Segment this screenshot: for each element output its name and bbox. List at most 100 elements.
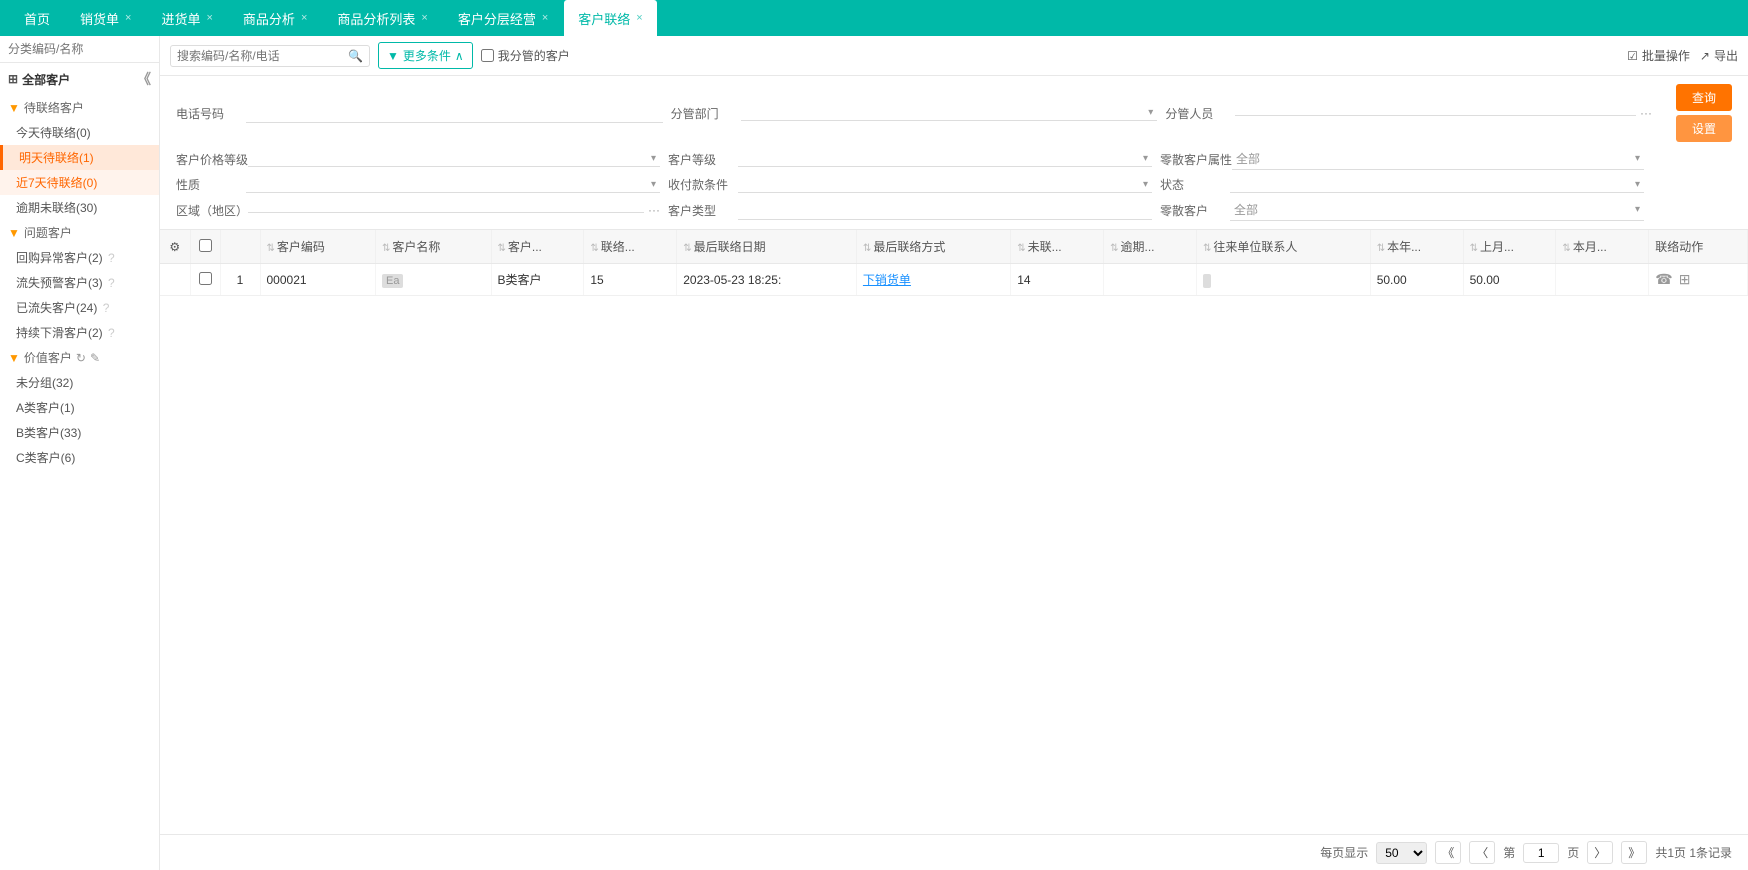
th-unlinked[interactable]: 未联... — [1011, 230, 1104, 264]
nav-customer-segmentation[interactable]: 客户分层经营 × — [444, 0, 562, 36]
filter-retail-customer-select[interactable]: 全部 ▾ — [1230, 199, 1644, 221]
th-last-contact-date[interactable]: 最后联络日期 — [677, 230, 857, 264]
search-input[interactable] — [177, 49, 348, 63]
nav-home[interactable]: 首页 — [10, 0, 64, 36]
filter-department-select[interactable]: ▾ — [741, 105, 1158, 121]
close-product-analysis-list-icon[interactable]: × — [421, 12, 427, 24]
sidebar-item-7days-contact[interactable]: 近7天待联络(0) — [0, 170, 159, 195]
settings-button[interactable]: 设置 — [1676, 115, 1732, 142]
collapse-icon[interactable]: 《 — [137, 69, 151, 89]
th-last-month[interactable]: 上月... — [1463, 230, 1556, 264]
nav-purchase-order[interactable]: 进货单 × — [147, 0, 226, 36]
sidebar-item-declining[interactable]: 持续下滑客户(2) ? — [0, 320, 159, 345]
sidebar-item-churned[interactable]: 已流失客户(24) ? — [0, 295, 159, 320]
sidebar-item-churn-warning[interactable]: 流失预警客户(3) ? — [0, 270, 159, 295]
filter-payment-terms-select[interactable]: ▾ — [738, 177, 1152, 193]
group-pending-contact[interactable]: ▼ 待联络客户 — [0, 95, 159, 120]
nav-product-analysis[interactable]: 商品分析 × — [229, 0, 321, 36]
select-all-checkbox[interactable] — [199, 239, 212, 252]
th-unit-contacts[interactable]: 往来单位联系人 — [1196, 230, 1370, 264]
group-problem-customers[interactable]: ▼ 问题客户 — [0, 220, 159, 245]
toolbar-search-icon[interactable]: 🔍 — [348, 49, 363, 63]
my-customers-filter[interactable]: 我分管的客户 — [481, 47, 570, 64]
close-sales-order-icon[interactable]: × — [125, 12, 131, 24]
filter-nature: 性质 ▾ — [176, 176, 660, 193]
filter-icon: ▼ — [387, 49, 399, 63]
sidebar-item-ungrouped[interactable]: 未分组(32) — [0, 370, 159, 395]
td-actions: ☎ ⊞ — [1649, 264, 1748, 296]
filter-customer-type-input[interactable] — [738, 201, 1152, 220]
sidebar-item-class-c[interactable]: C类客户(6) — [0, 445, 159, 470]
per-page-select[interactable]: 50 100 200 — [1376, 842, 1427, 864]
th-overdue[interactable]: 逾期... — [1104, 230, 1197, 264]
th-customer-type[interactable]: 客户... — [491, 230, 584, 264]
filter-nature-select[interactable]: ▾ — [246, 177, 660, 193]
close-customer-contact-icon[interactable]: × — [636, 12, 642, 24]
th-customer-name[interactable]: 客户名称 — [376, 230, 492, 264]
table-row: 1 000021 Ea B类客户 15 2023-05-23 18:25: 下销… — [160, 264, 1748, 296]
query-button[interactable]: 查询 — [1676, 84, 1732, 111]
nav-customer-contact[interactable]: 客户联络 × — [564, 0, 656, 36]
refresh-icon[interactable]: ↻ — [76, 351, 86, 365]
th-last-contact-method[interactable]: 最后联络方式 — [856, 230, 1010, 264]
sidebar-search-input[interactable] — [8, 42, 160, 56]
filter-price-level-select[interactable]: ▾ — [248, 151, 660, 167]
phone-action-icon[interactable]: ☎ — [1655, 271, 1672, 288]
help-icon-1[interactable]: ? — [108, 251, 115, 265]
filter-phone-input[interactable] — [246, 104, 663, 123]
td-num: 1 — [220, 264, 260, 296]
th-settings[interactable]: ⚙ — [160, 230, 190, 264]
content-area: 🔍 ▼ 更多条件 ∧ 我分管的客户 ☑ 批量操作 ↗ 导出 — [160, 36, 1748, 870]
sidebar-item-class-b[interactable]: B类客户(33) — [0, 420, 159, 445]
last-method-link[interactable]: 下销货单 — [863, 273, 911, 287]
nav-sales-order[interactable]: 销货单 × — [66, 0, 145, 36]
data-table-wrapper: ⚙ 客户编码 客户名称 客户... 联络... 最后联络日期 最后联络方式 未联… — [160, 230, 1748, 834]
all-customers-header[interactable]: ⊞ 全部客户 《 — [0, 63, 159, 95]
last-page-button[interactable]: 》 — [1621, 841, 1647, 864]
th-checkbox[interactable] — [190, 230, 220, 264]
help-icon-3[interactable]: ? — [103, 301, 110, 315]
table-header-row: ⚙ 客户编码 客户名称 客户... 联络... 最后联络日期 最后联络方式 未联… — [160, 230, 1748, 264]
filter-region-select[interactable] — [248, 208, 644, 213]
my-customers-checkbox[interactable] — [481, 49, 494, 62]
filter-region-label: 区域（地区） — [176, 202, 248, 219]
filter-retail-attr-select[interactable]: 全部 ▾ — [1232, 148, 1644, 170]
filter-nature-label: 性质 — [176, 176, 246, 193]
th-customer-code[interactable]: 客户编码 — [260, 230, 376, 264]
close-purchase-order-icon[interactable]: × — [206, 12, 212, 24]
td-last-date: 2023-05-23 18:25: — [677, 264, 857, 296]
prev-page-button[interactable]: 〈 — [1469, 841, 1495, 864]
close-customer-segmentation-icon[interactable]: × — [542, 12, 548, 24]
sidebar-item-class-a[interactable]: A类客户(1) — [0, 395, 159, 420]
td-checkbox[interactable] — [190, 264, 220, 296]
row-checkbox[interactable] — [199, 272, 212, 285]
sidebar-item-tomorrow-contact[interactable]: 明天待联络(1) — [0, 145, 159, 170]
sidebar-item-overdue-contact[interactable]: 逾期未联络(30) — [0, 195, 159, 220]
grid-action-icon[interactable]: ⊞ — [1679, 271, 1691, 288]
filter-customer-level-select[interactable]: ▾ — [738, 151, 1152, 167]
retail-cust-chevron-icon: ▾ — [1635, 204, 1640, 215]
sidebar-item-repurchase-abnormal[interactable]: 回购异常客户(2) ? — [0, 245, 159, 270]
th-this-year[interactable]: 本年... — [1370, 230, 1463, 264]
filter-status-select[interactable]: ▾ — [1230, 177, 1644, 193]
close-product-analysis-icon[interactable]: × — [301, 12, 307, 24]
manager-dots-icon[interactable]: ··· — [1640, 106, 1652, 120]
region-dots-icon[interactable]: ··· — [648, 203, 660, 217]
edit-icon[interactable]: ✎ — [90, 351, 100, 365]
more-filter-button[interactable]: ▼ 更多条件 ∧ — [378, 42, 473, 69]
help-icon-4[interactable]: ? — [108, 326, 115, 340]
arrow-icon-2: ▼ — [8, 226, 20, 240]
td-last-method[interactable]: 下销货单 — [856, 264, 1010, 296]
filter-manager-select[interactable] — [1235, 111, 1636, 116]
th-this-month[interactable]: 本月... — [1556, 230, 1649, 264]
batch-operation-button[interactable]: ☑ 批量操作 — [1627, 47, 1690, 64]
export-button[interactable]: ↗ 导出 — [1700, 47, 1738, 64]
sidebar-item-today-contact[interactable]: 今天待联络(0) — [0, 120, 159, 145]
nav-product-analysis-list[interactable]: 商品分析列表 × — [323, 0, 441, 36]
first-page-button[interactable]: 《 — [1435, 841, 1461, 864]
group-value-customers[interactable]: ▼ 价值客户 ↻ ✎ — [0, 345, 159, 370]
th-contact-count[interactable]: 联络... — [584, 230, 677, 264]
help-icon-2[interactable]: ? — [108, 276, 115, 290]
next-page-button[interactable]: 〉 — [1587, 841, 1613, 864]
page-number-input[interactable] — [1523, 843, 1559, 863]
